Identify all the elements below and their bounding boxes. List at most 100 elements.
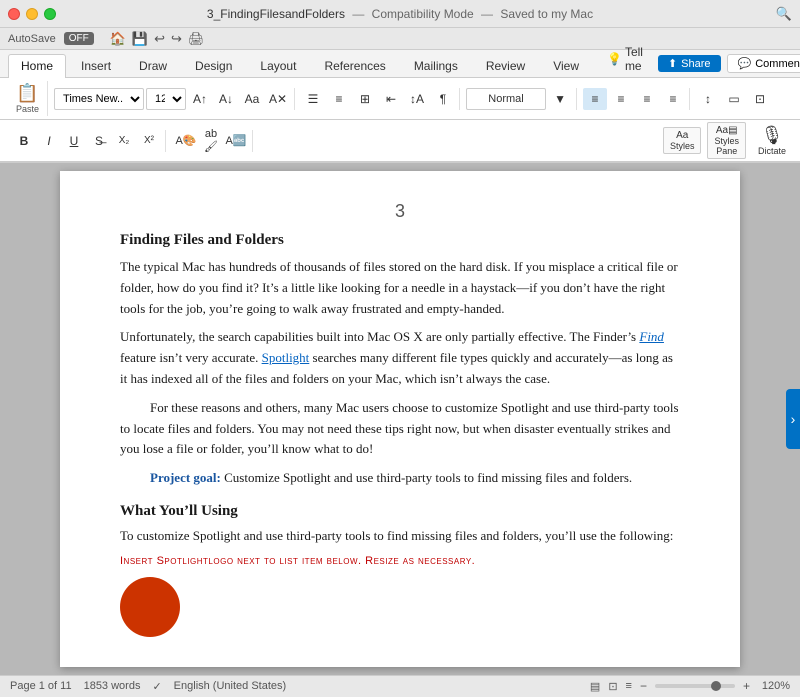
- multilevel-button[interactable]: ⊞: [353, 88, 377, 110]
- zoom-level[interactable]: 120%: [758, 680, 790, 692]
- titlebar-right: 🔍: [776, 6, 792, 22]
- italic-button[interactable]: I: [37, 130, 61, 152]
- doc-paragraph-4: Project goal: Customize Spotlight and us…: [120, 468, 680, 489]
- doc-heading-2: What You’ll Using: [120, 503, 680, 520]
- view-icon[interactable]: ≡: [626, 680, 632, 692]
- layout-icon[interactable]: ▤: [590, 680, 600, 693]
- comment-icon: 💬: [738, 57, 752, 70]
- zoom-out-button[interactable]: −: [640, 679, 647, 693]
- doc-paragraph-5: To customize Spotlight and use third-par…: [120, 526, 680, 547]
- comments-button[interactable]: 💬 Comments: [727, 54, 800, 73]
- borders-button[interactable]: ⊡: [748, 88, 772, 110]
- print-icon[interactable]: 🖨: [188, 31, 205, 47]
- line-spacing-button[interactable]: ↕: [696, 88, 720, 110]
- zoom-thumb: [711, 681, 721, 691]
- tab-insert[interactable]: Insert: [68, 54, 124, 77]
- share-button[interactable]: ⬆ Share: [658, 55, 721, 72]
- decrease-indent-button[interactable]: ⇤: [379, 88, 403, 110]
- right-panel-buttons: Aa Styles Aa▤ Styles Pane 🎙 Dictate: [663, 122, 792, 159]
- proofing-icon[interactable]: ✓: [152, 680, 161, 693]
- document-page: 3 Finding Files and Folders The typical …: [60, 171, 740, 667]
- paragraph-group-1: ☰ ≡ ⊞ ⇤ ↕A ¶: [297, 88, 460, 110]
- superscript-button[interactable]: X²: [137, 130, 161, 152]
- document-wrapper: 3 Finding Files and Folders The typical …: [0, 163, 800, 675]
- dictate-button[interactable]: 🎙 Dictate: [752, 123, 792, 158]
- align-center-button[interactable]: ≡: [609, 88, 633, 110]
- redo-icon[interactable]: ↪: [171, 31, 182, 47]
- tab-layout[interactable]: Layout: [247, 54, 309, 77]
- grow-font-button[interactable]: A↑: [188, 88, 212, 110]
- styles-more-button[interactable]: ▼: [548, 88, 572, 110]
- tab-mailings[interactable]: Mailings: [401, 54, 471, 77]
- find-link[interactable]: Find: [639, 329, 664, 344]
- page-info: Page 1 of 11: [10, 680, 72, 692]
- styles-button[interactable]: Aa Styles: [663, 127, 702, 154]
- underline-button[interactable]: U: [62, 130, 86, 152]
- focus-icon[interactable]: ⊡: [608, 680, 617, 693]
- microphone-icon: 🎙: [761, 125, 784, 146]
- styles-icon: Aa: [676, 130, 688, 141]
- numbering-button[interactable]: ≡: [327, 88, 351, 110]
- close-button[interactable]: [8, 8, 20, 20]
- formatting-toolbar-2: B I U S̶ X₂ X² A🎨 ab🖌 A🔤 Aa Styles Aa▤ S…: [0, 120, 800, 163]
- status-bar: Page 1 of 11 1853 words ✓ English (Unite…: [0, 675, 800, 697]
- undo-icon[interactable]: ↩: [154, 31, 165, 47]
- font-case-button[interactable]: Aa: [240, 88, 264, 110]
- indent-spacing-group: ↕ ▭ ⊡: [692, 88, 776, 110]
- highlight-button[interactable]: ab🖌: [199, 130, 223, 152]
- home-icon[interactable]: 🏠: [110, 31, 126, 47]
- align-right-button[interactable]: ≡: [635, 88, 659, 110]
- tab-design[interactable]: Design: [182, 54, 245, 77]
- window-title: 3_FindingFilesandFolders — Compatibility…: [207, 7, 593, 21]
- font-size-select[interactable]: 12: [146, 88, 186, 110]
- text-color-group: A🎨 ab🖌 A🔤: [170, 130, 253, 152]
- doc-paragraph-1: The typical Mac has hundreds of thousand…: [120, 257, 680, 319]
- strikethrough-button[interactable]: S̶: [87, 130, 111, 152]
- zoom-in-button[interactable]: +: [743, 679, 750, 693]
- paragraph-group-2: ≡ ≡ ≡ ≡: [579, 88, 690, 110]
- paste-icon[interactable]: 📋: [16, 83, 38, 104]
- tab-tellme[interactable]: 💡 Tell me: [594, 40, 656, 77]
- zoom-slider[interactable]: [655, 684, 735, 688]
- subscript-button[interactable]: X₂: [112, 130, 136, 152]
- minimize-button[interactable]: [26, 8, 38, 20]
- search-icon[interactable]: 🔍: [776, 6, 792, 22]
- tab-home[interactable]: Home: [8, 54, 66, 78]
- tab-view[interactable]: View: [540, 54, 592, 77]
- tab-references[interactable]: References: [311, 54, 398, 77]
- sort-button[interactable]: ↕A: [405, 88, 429, 110]
- align-left-button[interactable]: ≡: [583, 88, 607, 110]
- fullscreen-button[interactable]: [44, 8, 56, 20]
- p2-mid: feature isn’t very accurate.: [120, 350, 262, 365]
- ribbon-right-btns: ⬆ Share 💬 Comments: [658, 54, 800, 77]
- autosave-toggle[interactable]: OFF: [64, 32, 94, 45]
- doc-paragraph-3: For these reasons and others, many Mac u…: [120, 398, 680, 460]
- tab-draw[interactable]: Draw: [126, 54, 180, 77]
- sidebar-handle[interactable]: [786, 389, 800, 449]
- font-group: Times New... 12 A↑ A↓ Aa A✕: [50, 88, 295, 110]
- bold-button[interactable]: B: [12, 130, 36, 152]
- tab-review[interactable]: Review: [473, 54, 538, 77]
- styles-pane-button[interactable]: Aa▤ Styles Pane: [707, 122, 746, 159]
- styles-box[interactable]: Normal: [466, 88, 546, 110]
- show-marks-button[interactable]: ¶: [431, 88, 455, 110]
- word-count: 1853 words: [84, 680, 141, 692]
- styles-pane-icon: Aa▤: [716, 125, 738, 136]
- project-goal-text: Customize Spotlight and use third-party …: [221, 470, 632, 485]
- spotlight-link[interactable]: Spotlight: [262, 350, 310, 365]
- shrink-font-button[interactable]: A↓: [214, 88, 238, 110]
- bullets-button[interactable]: ☰: [301, 88, 325, 110]
- shading-button[interactable]: ▭: [722, 88, 746, 110]
- doc-heading-1: Finding Files and Folders: [120, 232, 680, 249]
- save-icon[interactable]: 💾: [132, 31, 148, 47]
- font-family-select[interactable]: Times New...: [54, 88, 144, 110]
- language[interactable]: English (United States): [174, 680, 287, 692]
- paste-area: 📋 Paste: [8, 81, 48, 116]
- font-color-button[interactable]: A🎨: [174, 130, 198, 152]
- styles-group: Normal ▼: [462, 88, 577, 110]
- clear-format-button[interactable]: A✕: [266, 88, 290, 110]
- ribbon-tabs: Home Insert Draw Design Layout Reference…: [0, 50, 800, 78]
- justify-button[interactable]: ≡: [661, 88, 685, 110]
- text-color-button2[interactable]: A🔤: [224, 130, 248, 152]
- autosave-bar: AutoSave OFF 🏠 💾 ↩ ↪ 🖨: [0, 28, 800, 50]
